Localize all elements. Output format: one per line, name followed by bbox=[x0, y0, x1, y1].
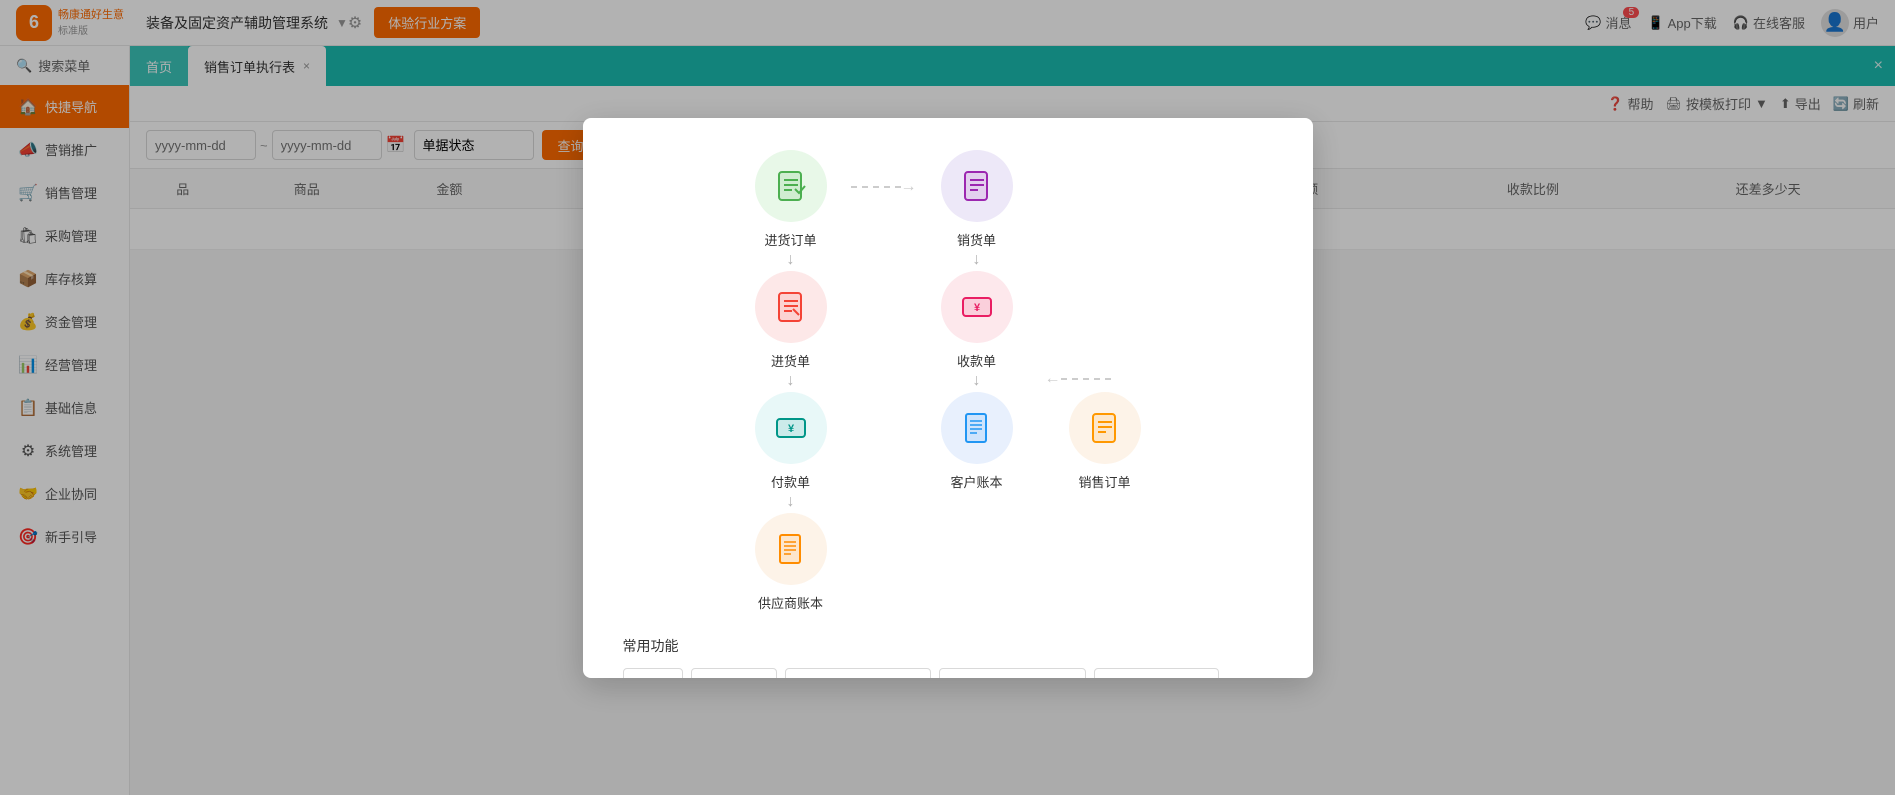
flow-diagram: 进货订单 ↓ 进货单 bbox=[623, 150, 1273, 612]
sales-bill-icon bbox=[941, 150, 1013, 222]
sales-order-label: 销售订单 bbox=[1078, 472, 1130, 491]
receipt-icon: ¥ bbox=[941, 271, 1013, 343]
receipt-label: 收款单 bbox=[957, 351, 996, 370]
flow-node-purchase-order[interactable]: 进货订单 bbox=[731, 150, 851, 249]
common-btns-row-1: 商品 往来单位 现存量(库存状况表) 现存量(库存分布表) 销售毛利分析表 商品… bbox=[623, 668, 1273, 678]
sales-order-side: ← bbox=[1045, 370, 1165, 491]
purchase-order-icon bbox=[755, 150, 827, 222]
flow-node-receipt[interactable]: ¥ 收款单 bbox=[917, 271, 1037, 370]
popup-overlay[interactable]: 进货订单 ↓ 进货单 bbox=[0, 0, 1895, 795]
arrow-down-5: ↓ bbox=[973, 372, 981, 390]
common-btn-stock-dist[interactable]: 现存量(库存分布表) bbox=[939, 668, 1086, 678]
arrow-down-3: ↓ bbox=[787, 493, 795, 511]
flow-col-left: 进货订单 ↓ 进货单 bbox=[731, 150, 851, 612]
arrow-down-1: ↓ bbox=[787, 251, 795, 269]
popup-card: 进货订单 ↓ 进货单 bbox=[583, 118, 1313, 678]
common-functions-title: 常用功能 bbox=[623, 636, 1273, 656]
purchase-bill-label: 进货单 bbox=[771, 351, 810, 370]
svg-text:¥: ¥ bbox=[973, 302, 980, 314]
customer-ledger-icon bbox=[941, 392, 1013, 464]
arrow-right-area-1: → bbox=[851, 150, 917, 196]
customer-ledger-label: 客户账本 bbox=[950, 472, 1002, 491]
supplier-ledger-icon bbox=[755, 513, 827, 585]
svg-text:¥: ¥ bbox=[787, 423, 794, 435]
purchase-bill-icon bbox=[755, 271, 827, 343]
dashed-arrow-sales: ← bbox=[1045, 370, 1111, 388]
payment-icon: ¥ bbox=[755, 392, 827, 464]
common-btn-product[interactable]: 商品 bbox=[623, 668, 683, 678]
purchase-order-label: 进货订单 bbox=[764, 230, 816, 249]
dashed-arrow-h: → bbox=[851, 178, 917, 196]
common-btn-partner[interactable]: 往来单位 bbox=[691, 668, 777, 678]
right-top-row: 销货单 ↓ ¥ 收款单 bbox=[917, 150, 1165, 491]
arrow-down-4: ↓ bbox=[973, 251, 981, 269]
sales-bill-label: 销货单 bbox=[957, 230, 996, 249]
flow-col-right: 销货单 ↓ ¥ 收款单 bbox=[917, 150, 1165, 491]
flow-node-purchase-bill[interactable]: 进货单 bbox=[731, 271, 851, 370]
flow-node-payment[interactable]: ¥ 付款单 bbox=[731, 392, 851, 491]
sales-order-icon bbox=[1069, 392, 1141, 464]
flow-node-sales-bill[interactable]: 销货单 bbox=[917, 150, 1037, 249]
common-btn-sales-profit[interactable]: 销售毛利分析表 bbox=[1094, 668, 1219, 678]
supplier-ledger-label: 供应商账本 bbox=[758, 593, 823, 612]
arrow-down-2: ↓ bbox=[787, 372, 795, 390]
flow-node-supplier-ledger[interactable]: 供应商账本 bbox=[731, 513, 851, 612]
flow-node-customer-ledger[interactable]: 客户账本 bbox=[917, 392, 1037, 491]
flow-node-sales-order[interactable]: 销售订单 bbox=[1045, 392, 1165, 491]
common-btn-stock-status[interactable]: 现存量(库存状况表) bbox=[785, 668, 932, 678]
payment-label: 付款单 bbox=[771, 472, 810, 491]
common-functions-section: 常用功能 商品 往来单位 现存量(库存状况表) 现存量(库存分布表) 销售毛利分… bbox=[623, 636, 1273, 678]
right-inner-col: 销货单 ↓ ¥ 收款单 bbox=[917, 150, 1037, 491]
